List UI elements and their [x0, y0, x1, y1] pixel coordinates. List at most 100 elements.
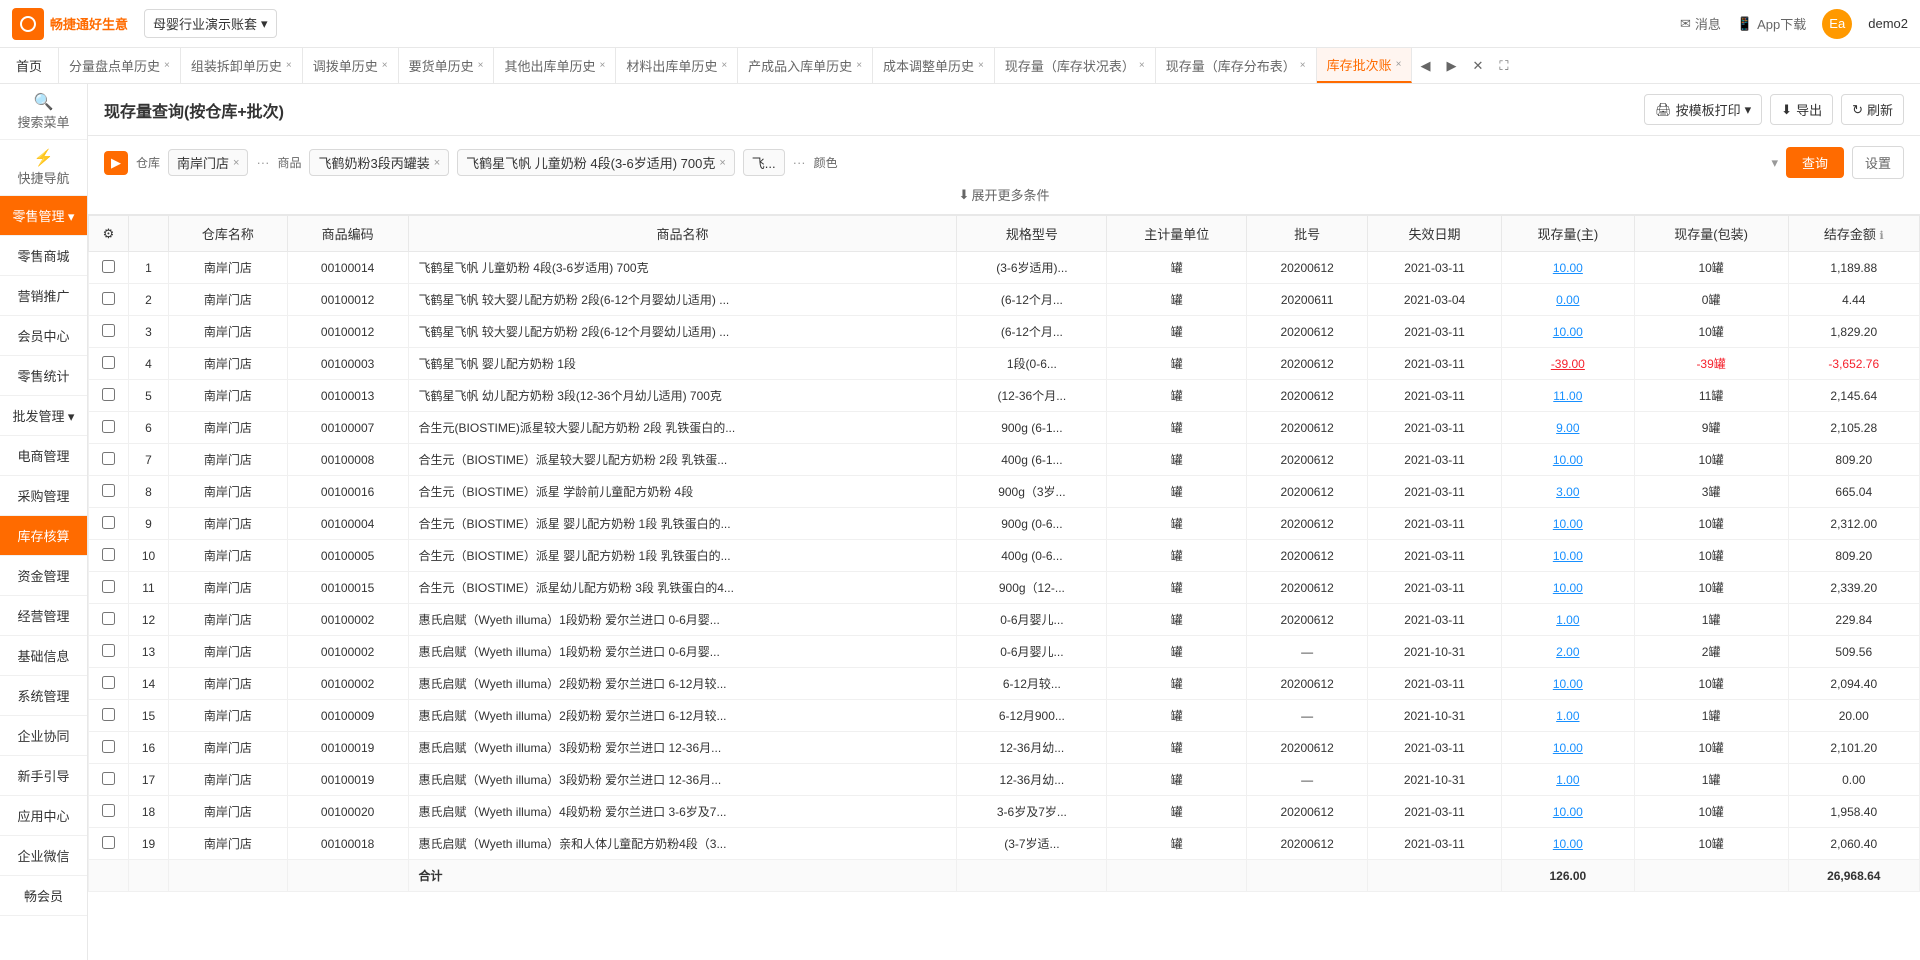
warehouse-more-dots[interactable]: ··· [256, 155, 269, 170]
warehouse-tag-remove[interactable]: × [233, 157, 239, 169]
company-select[interactable]: 母婴行业演示账套 ▾ [144, 9, 277, 38]
sidebar-item-app-center[interactable]: 应用中心 [0, 796, 87, 836]
tab-item-3[interactable]: 要货单历史 × [399, 48, 495, 83]
tab-close-4[interactable]: × [599, 60, 605, 71]
sidebar-item-retail-stats[interactable]: 零售统计 [0, 356, 87, 396]
sidebar-item-retail-mgmt[interactable]: 零售管理 ▾ [0, 196, 87, 236]
row-checkbox-3[interactable] [102, 356, 115, 369]
row-checkbox-14[interactable] [102, 708, 115, 721]
sidebar-item-basic-info[interactable]: 基础信息 [0, 636, 87, 676]
avatar[interactable]: Ea [1822, 9, 1852, 39]
sidebar-item-marketing[interactable]: 营销推广 [0, 276, 87, 316]
cell-checkbox-13[interactable] [89, 668, 129, 700]
cell-checkbox-17[interactable] [89, 796, 129, 828]
cell-qty-main-16[interactable]: 1.00 [1501, 764, 1634, 796]
sidebar-item-purchase[interactable]: 采购管理 [0, 476, 87, 516]
cell-qty-main-17[interactable]: 10.00 [1501, 796, 1634, 828]
row-checkbox-0[interactable] [102, 260, 115, 273]
cell-checkbox-16[interactable] [89, 764, 129, 796]
row-checkbox-1[interactable] [102, 292, 115, 305]
sidebar-item-collab[interactable]: 企业协同 [0, 716, 87, 756]
sidebar-item-inventory[interactable]: 库存核算 [0, 516, 87, 556]
row-checkbox-5[interactable] [102, 420, 115, 433]
tab-maximize-btn[interactable]: ⛶ [1491, 48, 1516, 83]
tab-close-1[interactable]: × [286, 60, 292, 71]
product-filter-tag-1[interactable]: 飞鹤奶粉3段丙罐装 × [309, 149, 449, 176]
cell-checkbox-12[interactable] [89, 636, 129, 668]
color-expand-icon[interactable]: ▾ [1771, 155, 1778, 171]
cell-checkbox-14[interactable] [89, 700, 129, 732]
cell-qty-main-2[interactable]: 10.00 [1501, 316, 1634, 348]
cell-checkbox-5[interactable] [89, 412, 129, 444]
cell-checkbox-1[interactable] [89, 284, 129, 316]
row-checkbox-10[interactable] [102, 580, 115, 593]
sidebar-item-enterprise-wechat[interactable]: 企业微信 [0, 836, 87, 876]
sidebar-item-vip[interactable]: 畅会员 [0, 876, 87, 916]
cell-qty-main-7[interactable]: 3.00 [1501, 476, 1634, 508]
sidebar-item-retail-mall[interactable]: 零售商城 [0, 236, 87, 276]
row-checkbox-6[interactable] [102, 452, 115, 465]
cell-checkbox-4[interactable] [89, 380, 129, 412]
cell-checkbox-6[interactable] [89, 444, 129, 476]
cell-checkbox-7[interactable] [89, 476, 129, 508]
tab-item-7[interactable]: 成本调整单历史 × [873, 48, 995, 83]
product-filter-tag-3[interactable]: 飞... [743, 149, 785, 176]
warehouse-filter-tag[interactable]: 南岸门店 × [168, 149, 248, 176]
cell-qty-main-8[interactable]: 10.00 [1501, 508, 1634, 540]
row-checkbox-8[interactable] [102, 516, 115, 529]
tab-item-1[interactable]: 组装拆卸单历史 × [181, 48, 303, 83]
message-btn[interactable]: ✉ 消息 [1680, 14, 1721, 33]
cell-qty-main-14[interactable]: 1.00 [1501, 700, 1634, 732]
cell-qty-main-13[interactable]: 10.00 [1501, 668, 1634, 700]
tab-prev-btn[interactable]: ◀ [1412, 48, 1438, 83]
cell-qty-main-6[interactable]: 10.00 [1501, 444, 1634, 476]
row-checkbox-12[interactable] [102, 644, 115, 657]
refresh-btn[interactable]: ↻ 刷新 [1841, 94, 1904, 125]
product-tag-1-remove[interactable]: × [434, 157, 440, 169]
row-checkbox-7[interactable] [102, 484, 115, 497]
sidebar-search[interactable]: 🔍 搜索菜单 [0, 84, 87, 140]
cell-checkbox-8[interactable] [89, 508, 129, 540]
sidebar-item-wholesale[interactable]: 批发管理 ▾ [0, 396, 87, 436]
sidebar-item-operations[interactable]: 经营管理 [0, 596, 87, 636]
cell-checkbox-2[interactable] [89, 316, 129, 348]
sidebar-item-system[interactable]: 系统管理 [0, 676, 87, 716]
tab-close-9[interactable]: × [1300, 60, 1306, 71]
row-checkbox-4[interactable] [102, 388, 115, 401]
row-checkbox-13[interactable] [102, 676, 115, 689]
cell-qty-main-15[interactable]: 10.00 [1501, 732, 1634, 764]
settings-icon[interactable]: ⚙ [103, 226, 115, 241]
cell-checkbox-18[interactable] [89, 828, 129, 860]
row-checkbox-9[interactable] [102, 548, 115, 561]
cell-qty-main-4[interactable]: 11.00 [1501, 380, 1634, 412]
tab-item-10[interactable]: 库存批次账 × [1317, 48, 1413, 83]
query-btn[interactable]: 查询 [1786, 147, 1844, 178]
filter-toggle-btn[interactable]: ▶ [104, 151, 128, 175]
product-tag-2-remove[interactable]: × [719, 157, 725, 169]
app-download-btn[interactable]: 📱 App下载 [1737, 14, 1806, 33]
cell-qty-main-9[interactable]: 10.00 [1501, 540, 1634, 572]
cell-qty-main-0[interactable]: 10.00 [1501, 252, 1634, 284]
tab-close-2[interactable]: × [382, 60, 388, 71]
tab-home[interactable]: 首页 [0, 48, 59, 83]
tab-item-4[interactable]: 其他出库单历史 × [494, 48, 616, 83]
cell-qty-main-11[interactable]: 1.00 [1501, 604, 1634, 636]
cell-qty-main-1[interactable]: 0.00 [1501, 284, 1634, 316]
cell-qty-main-18[interactable]: 10.00 [1501, 828, 1634, 860]
row-checkbox-16[interactable] [102, 772, 115, 785]
tab-close-8[interactable]: × [1139, 60, 1145, 71]
tab-close-6[interactable]: × [856, 60, 862, 71]
cell-checkbox-9[interactable] [89, 540, 129, 572]
info-icon[interactable]: ℹ [1880, 230, 1884, 242]
tab-item-5[interactable]: 材料出库单历史 × [616, 48, 738, 83]
tab-item-2[interactable]: 调拨单历史 × [303, 48, 399, 83]
tab-close-7[interactable]: × [978, 60, 984, 71]
row-checkbox-18[interactable] [102, 836, 115, 849]
tab-close-10[interactable]: × [1396, 59, 1402, 70]
tab-close-5[interactable]: × [721, 60, 727, 71]
cell-checkbox-3[interactable] [89, 348, 129, 380]
product-filter-tag-2[interactable]: 飞鹤星飞帆 儿童奶粉 4段(3-6岁适用) 700克 × [457, 149, 735, 176]
row-checkbox-17[interactable] [102, 804, 115, 817]
cell-checkbox-0[interactable] [89, 252, 129, 284]
tab-item-8[interactable]: 现存量（库存状况表） × [995, 48, 1156, 83]
